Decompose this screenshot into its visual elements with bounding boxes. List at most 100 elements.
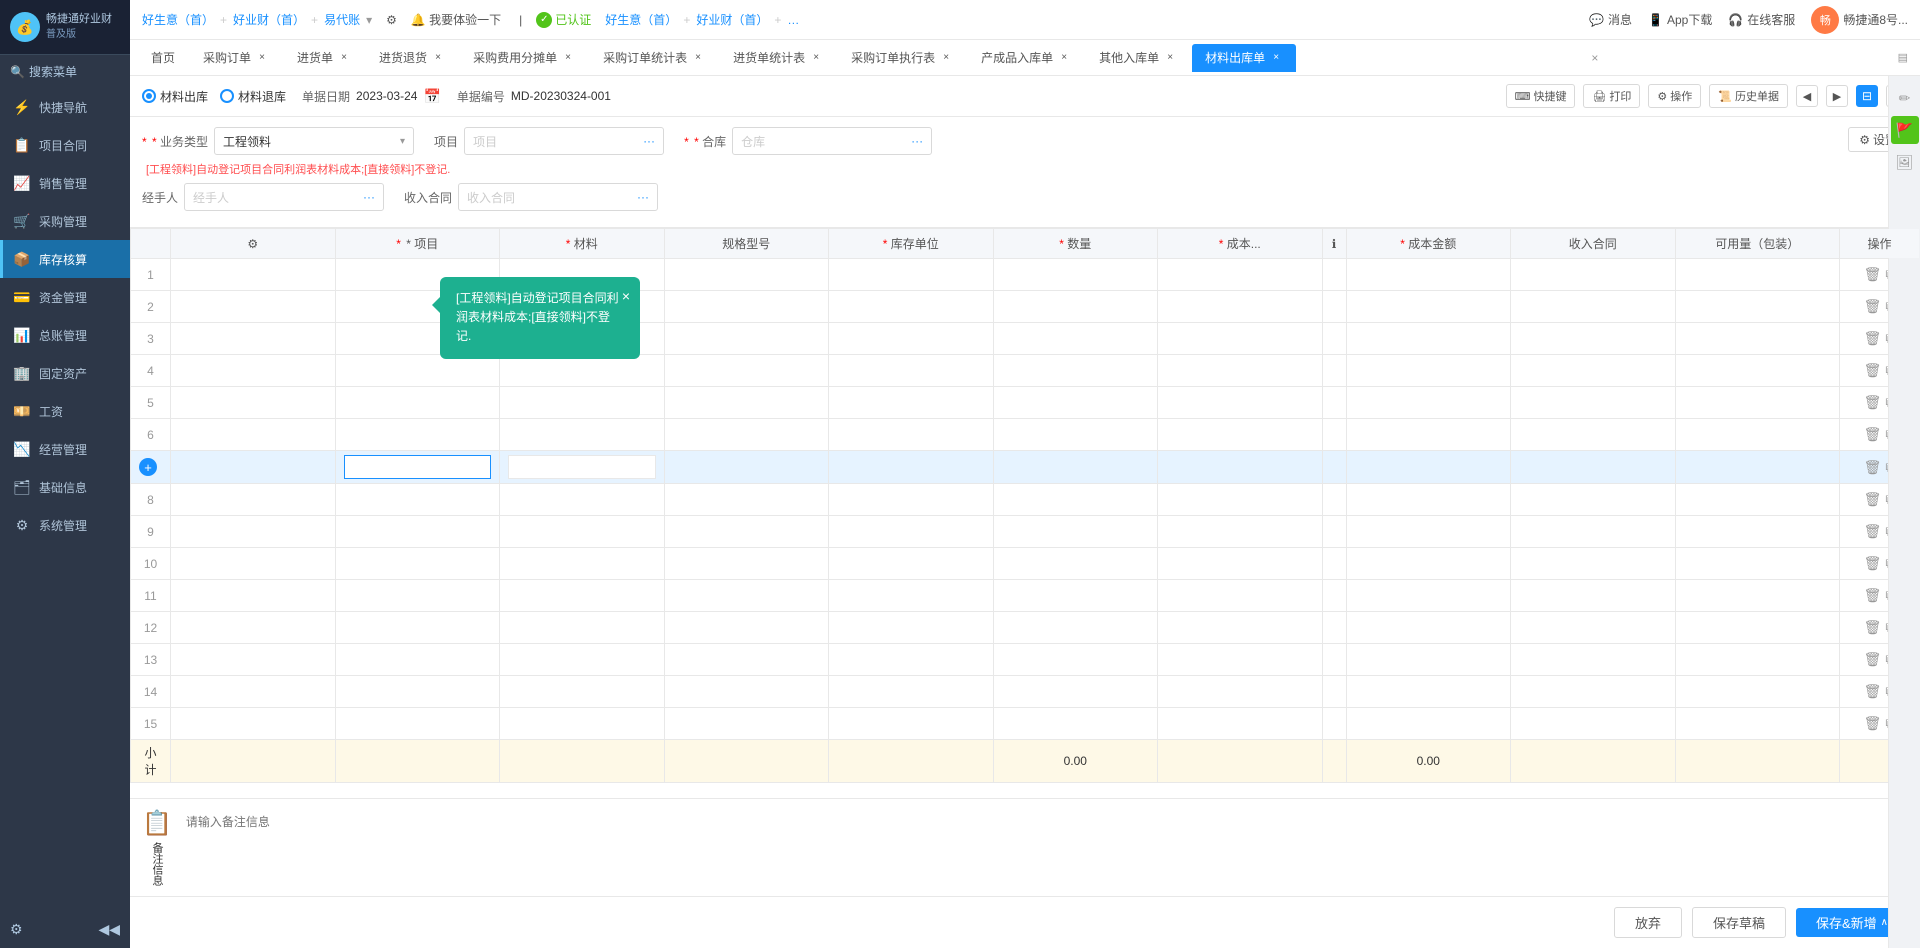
nav-prev-btn[interactable]: ◀ [1796, 85, 1818, 107]
topbar-agent[interactable]: 易代账 [324, 11, 360, 28]
tab-home[interactable]: 首页 [138, 44, 188, 72]
nav-next-btn[interactable]: ▶ [1826, 85, 1848, 107]
tab-close-purchase-stats[interactable]: × [691, 51, 705, 65]
row-qty-2[interactable] [993, 291, 1158, 323]
operation-btn[interactable]: ⚙ 操作 [1648, 84, 1701, 108]
row-unit-2[interactable] [829, 291, 994, 323]
row-contract-1[interactable] [1511, 259, 1676, 291]
sidebar-item-assets[interactable]: 🏢 固定资产 [0, 354, 130, 392]
row-delete-10[interactable]: 🗑 [1864, 555, 1882, 572]
radio-material-return[interactable]: 材料退库 [220, 88, 286, 105]
sidebar-item-inventory[interactable]: 📦 库存核算 [0, 240, 130, 278]
tab-close-material-out[interactable]: × [1269, 51, 1283, 65]
row-delete-14[interactable]: 🗑 [1864, 683, 1882, 700]
topbar-goodfinance[interactable]: 好业财（首） [233, 11, 305, 28]
tab-goods-in[interactable]: 进货单 × [284, 44, 364, 72]
topbar-user[interactable]: 畅 畅捷通8号... [1811, 6, 1908, 34]
right-icon-edit[interactable]: ✏ [1891, 84, 1919, 112]
tab-close-goods-in[interactable]: × [337, 51, 351, 65]
tab-close-goods-stats[interactable]: × [809, 51, 823, 65]
sidebar-item-basic-info[interactable]: 🗂 基础信息 [0, 468, 130, 506]
tooltip-close-btn[interactable]: × [622, 285, 630, 307]
tab-close-goods-return[interactable]: × [431, 51, 445, 65]
sidebar-item-payroll[interactable]: 💴 工资 [0, 392, 130, 430]
row-delete-12[interactable]: 🗑 [1864, 619, 1882, 636]
row-delete-13[interactable]: 🗑 [1864, 651, 1882, 668]
row-cost-amt-1[interactable] [1346, 259, 1511, 291]
row-delete-15[interactable]: 🗑 [1864, 715, 1882, 732]
row-spec-1[interactable] [664, 259, 829, 291]
tab-close-all[interactable]: × [1583, 46, 1607, 70]
tab-other-in[interactable]: 其他入库单 × [1086, 44, 1190, 72]
tab-close-purchase-expense[interactable]: × [561, 51, 575, 65]
discard-button[interactable]: 放弃 [1614, 907, 1682, 938]
topbar-app-download[interactable]: 📱 App下载 [1648, 11, 1712, 28]
tab-close-other-in[interactable]: × [1163, 51, 1177, 65]
tab-finished-in[interactable]: 产成品入库单 × [968, 44, 1084, 72]
sidebar-item-quicknav[interactable]: ⚡ 快捷导航 [0, 88, 130, 126]
add-row-btn[interactable]: + [139, 458, 157, 476]
tab-purchase-order[interactable]: 采购订单 × [190, 44, 282, 72]
project-input[interactable]: 项目 ··· [464, 127, 664, 155]
row-delete-3[interactable]: 🗑 [1864, 330, 1882, 347]
topbar-more[interactable]: … [787, 13, 799, 27]
row-delete-7[interactable]: 🗑 [1864, 459, 1882, 476]
row-delete-5[interactable]: 🗑 [1864, 394, 1882, 411]
row-delete-9[interactable]: 🗑 [1864, 523, 1882, 540]
tab-goods-stats[interactable]: 进货单统计表 × [720, 44, 836, 72]
sidebar-item-sales[interactable]: 📈 销售管理 [0, 164, 130, 202]
save-draft-button[interactable]: 保存草稿 [1692, 907, 1786, 938]
view-table-btn[interactable]: ⊟ [1856, 85, 1878, 107]
tab-more[interactable]: ▤ [1894, 46, 1912, 70]
topbar-goodbiz[interactable]: 好生意（首） [142, 11, 214, 28]
row-material-input-7[interactable] [508, 455, 656, 479]
topbar-settings-icon[interactable]: ⚙ [386, 13, 397, 27]
tab-purchase-exec[interactable]: 采购订单执行表 × [838, 44, 966, 72]
print-btn[interactable]: 🖨 打印 [1583, 84, 1640, 108]
radio-material-out[interactable]: 材料出库 [142, 88, 208, 105]
row-contract-2[interactable] [1511, 291, 1676, 323]
sidebar-item-ledger[interactable]: 📊 总账管理 [0, 316, 130, 354]
tab-purchase-stats[interactable]: 采购订单统计表 × [590, 44, 718, 72]
row-delete-6[interactable]: 🗑 [1864, 426, 1882, 443]
collapse-icon[interactable]: ◀◀ [98, 921, 120, 938]
row-delete-4[interactable]: 🗑 [1864, 362, 1882, 379]
row-delete-1[interactable]: 🗑 [1864, 266, 1882, 283]
tab-close-purchase-exec[interactable]: × [939, 51, 953, 65]
sidebar-item-system[interactable]: ⚙ 系统管理 [0, 506, 130, 544]
th-settings[interactable]: ⚙ [171, 229, 336, 259]
topbar-online-service[interactable]: 🎧 在线客服 [1728, 11, 1795, 28]
sidebar-item-finance[interactable]: 💳 资金管理 [0, 278, 130, 316]
row-available-1[interactable] [1675, 259, 1840, 291]
tab-purchase-expense[interactable]: 采购费用分摊单 × [460, 44, 588, 72]
row-cost-2[interactable] [1158, 291, 1323, 323]
income-contract-input[interactable]: 收入合同 ··· [458, 183, 658, 211]
settings-icon[interactable]: ⚙ [10, 921, 23, 938]
row-cost-amt-2[interactable] [1346, 291, 1511, 323]
tab-material-out[interactable]: 材料出库单 × [1192, 44, 1296, 72]
tab-goods-return[interactable]: 进货退货 × [366, 44, 458, 72]
tab-close-finished-in[interactable]: × [1057, 51, 1071, 65]
row-unit-1[interactable] [829, 259, 994, 291]
sidebar-search[interactable]: 🔍 搜索菜单 [0, 55, 130, 88]
sidebar-item-purchase[interactable]: 🛒 采购管理 [0, 202, 130, 240]
row-delete-2[interactable]: 🗑 [1864, 298, 1882, 315]
row-cost-1[interactable] [1158, 259, 1323, 291]
row-available-2[interactable] [1675, 291, 1840, 323]
biz-type-select[interactable]: 工程领料 ▾ [214, 127, 414, 155]
row-project-input-7[interactable] [344, 455, 492, 479]
row-qty-1[interactable] [993, 259, 1158, 291]
sidebar-item-operations[interactable]: 📉 经营管理 [0, 430, 130, 468]
right-icon-image[interactable]: 🖼 [1891, 148, 1919, 176]
notes-input[interactable] [182, 809, 1908, 849]
topbar-trial-link[interactable]: 🔔 我要体验一下 [411, 11, 501, 28]
topbar-dropdown[interactable]: ▾ [366, 13, 372, 27]
shortcut-btn[interactable]: ⌨ 快捷键 [1506, 84, 1576, 108]
history-btn[interactable]: 📜 历史单据 [1709, 84, 1788, 108]
row-delete-11[interactable]: 🗑 [1864, 587, 1882, 604]
topbar-message[interactable]: 💬 消息 [1589, 11, 1632, 28]
right-icon-flag[interactable]: 🚩 [1891, 116, 1919, 144]
warehouse-input[interactable]: 仓库 ··· [732, 127, 932, 155]
row-delete-8[interactable]: 🗑 [1864, 491, 1882, 508]
sidebar-item-project[interactable]: 📋 项目合同 [0, 126, 130, 164]
